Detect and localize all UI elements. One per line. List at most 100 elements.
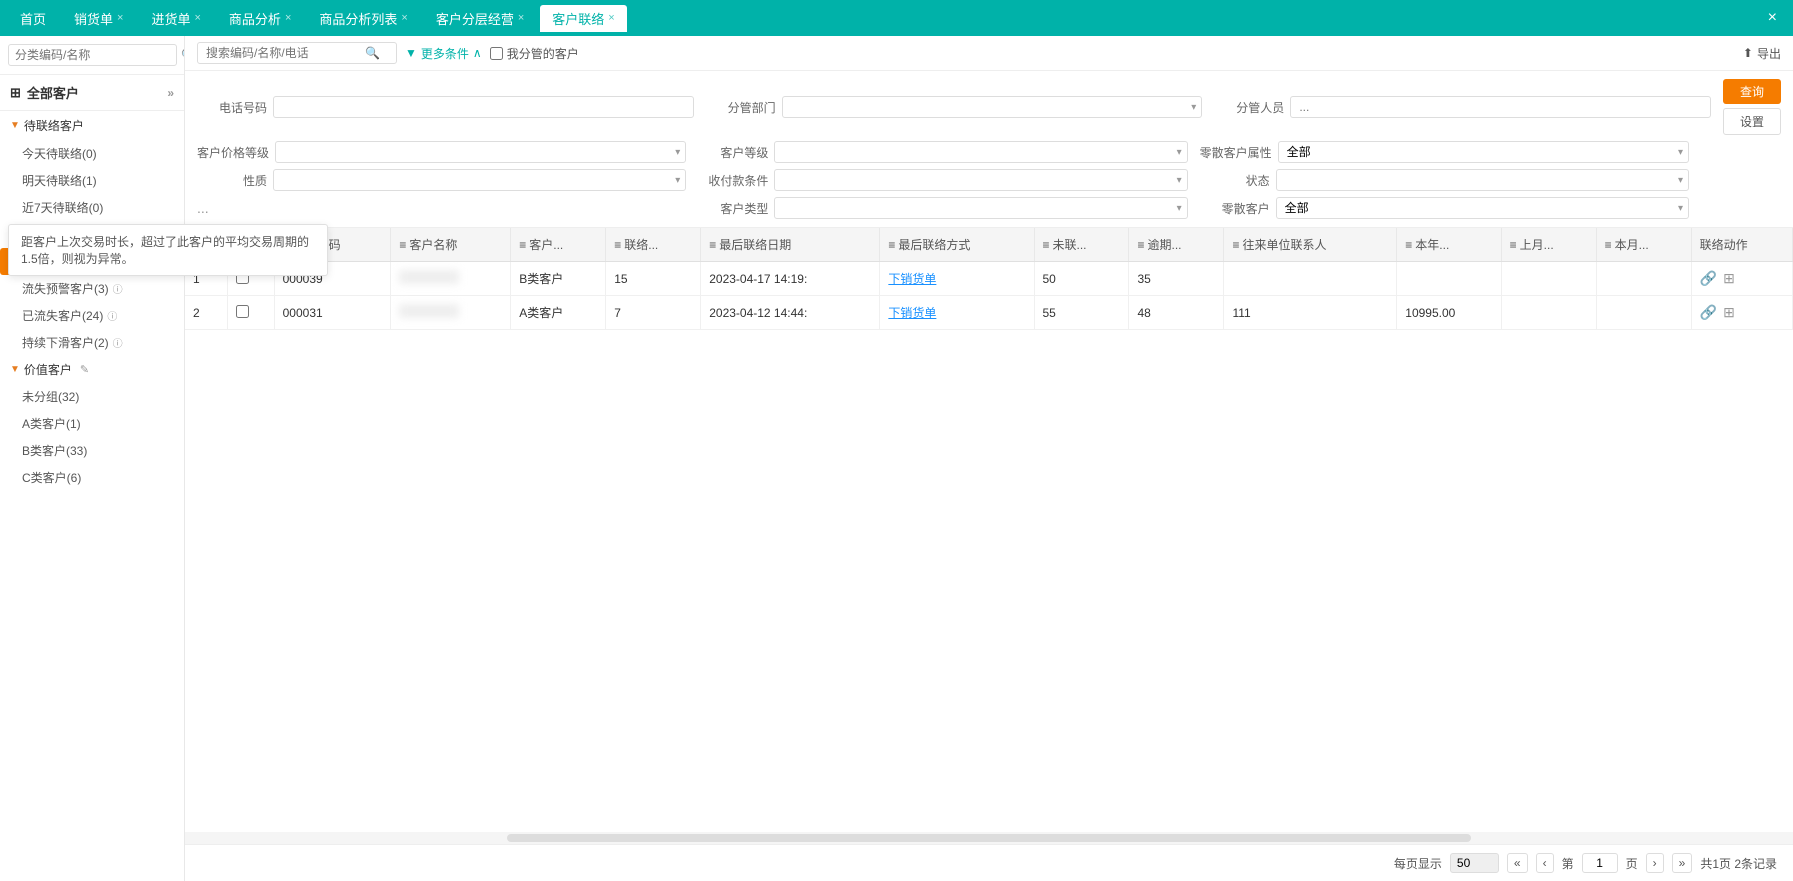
row1-name — [391, 262, 511, 296]
filter-payment-select[interactable] — [774, 169, 1187, 191]
filter-price-grade: 客户价格等级 ▾ — [197, 141, 686, 163]
arrow-icon-value: ▼ — [10, 364, 20, 375]
row2-link-action[interactable]: 🔗 — [1700, 304, 1717, 321]
my-customers-check[interactable] — [490, 47, 503, 60]
col-contact-person-header[interactable]: ≡ 往来单位联系人 — [1224, 228, 1397, 262]
sidebar-item-7days[interactable]: 近7天待联络(0) — [0, 194, 184, 221]
filter-dots-field: ... — [197, 200, 686, 216]
advanced-filter: 电话号码 分管部门 ▾ 分管人员 查询 设置 — [185, 71, 1793, 228]
row1-link-action[interactable]: 🔗 — [1700, 270, 1717, 287]
col-contacts-sort: ≡ — [614, 238, 621, 252]
export-button[interactable]: ⬆ 导出 — [1743, 45, 1781, 62]
sidebar-item-lost-customers[interactable]: 已流失客户(24) ⓘ — [0, 302, 184, 329]
nav-product-analysis-list-close[interactable]: × — [401, 12, 407, 24]
main-search-icon[interactable]: 🔍 — [365, 46, 380, 60]
setting-button[interactable]: 设置 — [1723, 108, 1781, 135]
col-overdue-header[interactable]: ≡ 逾期... — [1129, 228, 1224, 262]
per-page-select[interactable]: 20 50 100 — [1450, 853, 1499, 873]
next-page-btn[interactable]: › — [1646, 853, 1664, 873]
row1-overdue: 35 — [1129, 262, 1224, 296]
row1-last-date: 2023-04-17 14:19: — [701, 262, 880, 296]
horizontal-scrollbar[interactable] — [185, 832, 1793, 844]
pagination-bar: 每页显示 20 50 100 « ‹ 第 页 › » 共1页 2条记录 — [185, 844, 1793, 881]
filter-customer-grade-select[interactable] — [774, 141, 1187, 163]
nav-customer-segment-close[interactable]: × — [518, 12, 524, 24]
filter-dept-select[interactable] — [782, 96, 1203, 118]
col-last-method-header[interactable]: ≡ 最后联络方式 — [880, 228, 1034, 262]
row2-method-link[interactable]: 下销货单 — [888, 306, 936, 320]
nav-customer-segment[interactable]: 客户分层经营 × — [424, 5, 536, 32]
more-conditions-btn[interactable]: ▼ 更多条件 ∧ — [405, 45, 482, 62]
first-page-btn[interactable]: « — [1507, 853, 1528, 873]
filter-scatter-customer-select[interactable]: 全部 — [1276, 197, 1689, 219]
total-records: 共1页 2条记录 — [1700, 855, 1777, 872]
filter-row-4: ... 客户类型 ▾ 零散客户 全部 ▾ — [197, 197, 1781, 219]
sidebar-item-ungrouped[interactable]: 未分组(32) — [0, 383, 184, 410]
sidebar-item-tomorrow[interactable]: 明天待联络(1) — [0, 167, 184, 194]
nav-sales-close[interactable]: × — [117, 12, 123, 24]
col-type-header[interactable]: ≡ 客户... — [511, 228, 606, 262]
nav-home[interactable]: 首页 — [8, 5, 58, 32]
filter-scatter-customer: 零散客户 全部 ▾ — [1200, 197, 1689, 219]
filter-price-grade-select[interactable] — [275, 141, 686, 163]
grid-icon: ⊞ — [10, 85, 21, 101]
row1-grid-action[interactable]: ⊞ — [1723, 270, 1735, 287]
row2-contacts: 7 — [606, 296, 701, 330]
filter-scatter-attr-select[interactable]: 全部 — [1278, 141, 1689, 163]
sidebar-item-class-c[interactable]: C类客户(6) — [0, 464, 184, 491]
col-no-contact-header[interactable]: ≡ 未联... — [1034, 228, 1129, 262]
col-this-month-header[interactable]: ≡ 本月... — [1596, 228, 1691, 262]
row2-actions: 🔗 ⊞ — [1691, 296, 1792, 330]
col-this-year-header[interactable]: ≡ 本年... — [1397, 228, 1501, 262]
sidebar-group-value-customers[interactable]: ▼ 价值客户 ✎ — [0, 356, 184, 383]
query-button[interactable]: 查询 — [1723, 79, 1781, 104]
filter-person-input[interactable] — [1290, 96, 1711, 118]
sidebar-collapse-icon[interactable]: » — [167, 86, 174, 100]
nav-purchase[interactable]: 进货单 × — [139, 5, 212, 32]
filter-more-dots[interactable]: ... — [197, 200, 209, 216]
filter-nature-select[interactable] — [273, 169, 686, 191]
last-page-btn[interactable]: » — [1672, 853, 1693, 873]
nav-product-analysis-list[interactable]: 商品分析列表 × — [307, 5, 419, 32]
row2-checkbox — [227, 296, 274, 330]
filter-phone-input[interactable] — [273, 96, 694, 118]
col-last-month-header[interactable]: ≡ 上月... — [1501, 228, 1596, 262]
row2-grid-action[interactable]: ⊞ — [1723, 304, 1735, 321]
nav-customer-contact-close[interactable]: × — [608, 12, 614, 24]
sidebar-item-loss-warning[interactable]: 流失预警客户(3) ⓘ — [0, 275, 184, 302]
main-search-input[interactable] — [206, 46, 361, 60]
filter-status-select[interactable] — [1276, 169, 1689, 191]
sidebar-all-customers[interactable]: ⊞ 全部客户 » — [0, 75, 184, 111]
nav-sales[interactable]: 销货单 × — [62, 5, 135, 32]
sidebar-section-pending[interactable]: ▼ 待联络客户 — [0, 111, 184, 140]
current-page-input[interactable] — [1582, 853, 1618, 873]
prev-page-btn[interactable]: ‹ — [1536, 853, 1554, 873]
nav-purchase-close[interactable]: × — [194, 12, 200, 24]
col-last-date-header[interactable]: ≡ 最后联络日期 — [701, 228, 880, 262]
table-container: ⚙ ≡ 客户编码 ≡ — [185, 228, 1793, 832]
top-navigation: 首页 销货单 × 进货单 × 商品分析 × 商品分析列表 × 客户分层经营 × … — [0, 0, 1793, 36]
per-page-label: 每页显示 — [1394, 855, 1442, 872]
my-customers-checkbox[interactable]: 我分管的客户 — [490, 45, 579, 62]
col-this-month-sort: ≡ — [1605, 238, 1612, 252]
sidebar-item-today[interactable]: 今天待联络(0) — [0, 140, 184, 167]
nav-product-analysis[interactable]: 商品分析 × — [217, 5, 303, 32]
nav-customer-contact[interactable]: 客户联络 × — [540, 5, 626, 32]
nav-product-analysis-close[interactable]: × — [285, 12, 291, 24]
filter-customer-type: 客户类型 ▾ — [698, 197, 1187, 219]
window-close-button[interactable]: × — [1760, 5, 1785, 31]
sidebar-item-declining[interactable]: 持续下滑客户(2) ⓘ — [0, 329, 184, 356]
row1-method-link[interactable]: 下销货单 — [888, 272, 936, 286]
filter-customer-type-label: 客户类型 — [698, 200, 768, 217]
sidebar-search-input[interactable] — [8, 44, 177, 66]
col-contacts-header[interactable]: ≡ 联络... — [606, 228, 701, 262]
edit-icon[interactable]: ✎ — [80, 363, 89, 376]
table-row: 2 000031 A类客户 7 2023-04-12 14:44: 下销货单 5… — [185, 296, 1793, 330]
sidebar-item-class-b[interactable]: B类客户(33) — [0, 437, 184, 464]
col-name-sort: ≡ — [399, 238, 406, 252]
filter-status-label: 状态 — [1200, 172, 1270, 189]
col-name-header[interactable]: ≡ 客户名称 — [391, 228, 511, 262]
filter-customer-type-select[interactable] — [774, 197, 1187, 219]
row2-check[interactable] — [236, 305, 249, 318]
sidebar-item-class-a[interactable]: A类客户(1) — [0, 410, 184, 437]
